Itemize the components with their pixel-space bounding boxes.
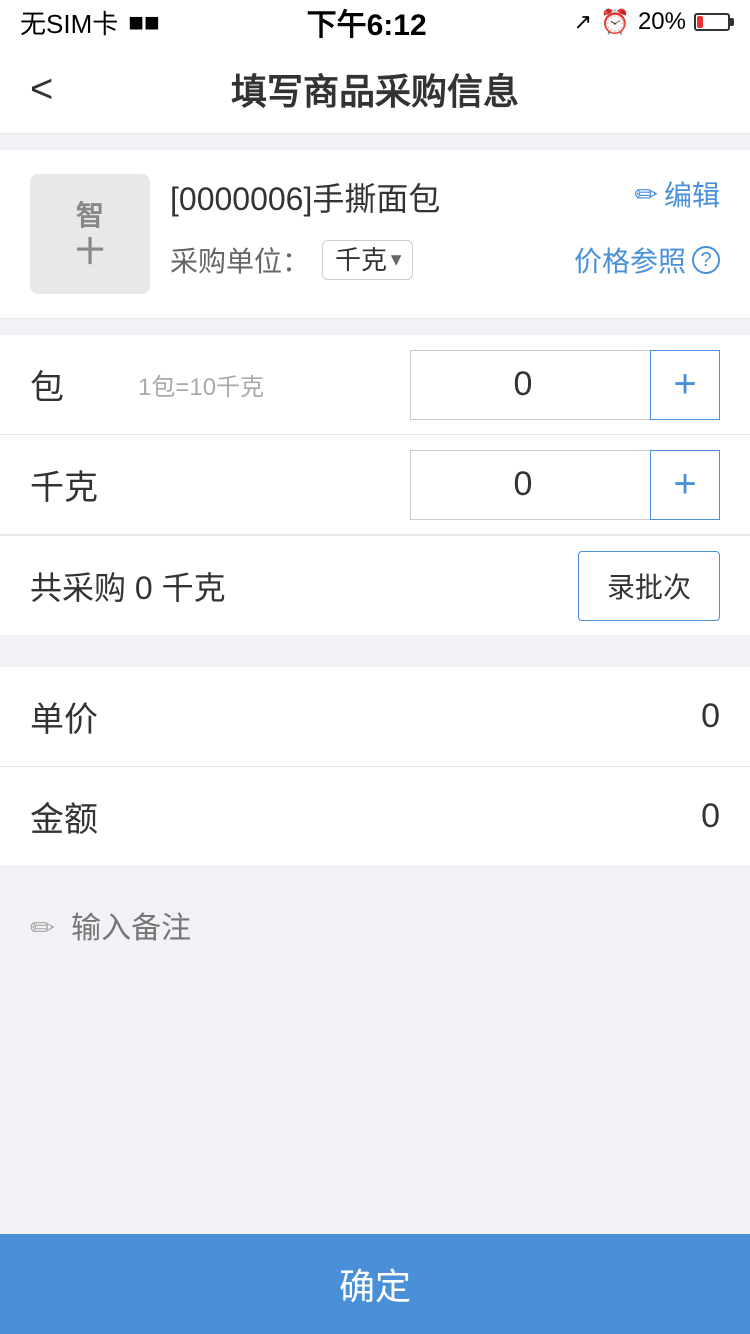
unit-price-row: 单价 0 bbox=[0, 667, 750, 767]
bag-sublabel: 1包=10千克 bbox=[138, 367, 264, 402]
section-divider-2 bbox=[0, 635, 750, 651]
status-right: ↗ ⏰ 20% bbox=[574, 8, 730, 37]
kg-quantity-input[interactable] bbox=[410, 450, 650, 520]
product-logo: 智 十 bbox=[30, 174, 150, 294]
status-bar: 无SIM卡 ■■ 下午6:12 ↗ ⏰ 20% bbox=[0, 0, 750, 44]
kg-label: 千克 bbox=[30, 460, 130, 509]
carrier-label: 无SIM卡 bbox=[20, 4, 118, 41]
product-info: [0000006]手撕面包 ✏ 编辑 采购单位： 千克 价格参照 ? bbox=[170, 174, 720, 280]
bag-row: 包 1包=10千克 + bbox=[0, 335, 750, 435]
edit-button[interactable]: ✏ 编辑 bbox=[635, 174, 720, 214]
price-ref-label: 价格参照 bbox=[574, 240, 686, 280]
unit-price-value: 0 bbox=[701, 697, 720, 736]
bottom-area bbox=[0, 974, 750, 1274]
location-icon: ↗ bbox=[574, 9, 592, 35]
batch-button[interactable]: 录批次 bbox=[578, 551, 720, 621]
battery-icon bbox=[694, 13, 730, 31]
input-section: 包 1包=10千克 + 千克 + bbox=[0, 335, 750, 535]
pencil-icon: ✏ bbox=[30, 911, 55, 946]
wifi-icon: ■■ bbox=[128, 7, 159, 38]
bag-input-group: + bbox=[410, 350, 720, 420]
bag-label: 包 bbox=[30, 360, 130, 409]
product-card: 智 十 [0000006]手撕面包 ✏ 编辑 采购单位： 千克 价格参照 ? bbox=[0, 150, 750, 319]
bag-quantity-input[interactable] bbox=[410, 350, 650, 420]
back-button[interactable]: < bbox=[30, 69, 53, 109]
alarm-icon: ⏰ bbox=[600, 8, 630, 37]
status-left: 无SIM卡 ■■ bbox=[20, 4, 160, 41]
note-input[interactable] bbox=[71, 912, 720, 946]
kg-row: 千克 + bbox=[0, 435, 750, 535]
product-top: [0000006]手撕面包 ✏ 编辑 bbox=[170, 174, 720, 220]
bag-plus-button[interactable]: + bbox=[650, 350, 720, 420]
kg-plus-button[interactable]: + bbox=[650, 450, 720, 520]
total-row: 共采购 0 千克 录批次 bbox=[0, 535, 750, 635]
logo-text: 智 十 bbox=[76, 198, 104, 271]
help-icon: ? bbox=[692, 246, 720, 274]
edit-icon: ✏ bbox=[635, 178, 658, 211]
unit-select[interactable]: 千克 bbox=[322, 240, 413, 280]
nav-bar: < 填写商品采购信息 bbox=[0, 44, 750, 134]
note-section[interactable]: ✏ bbox=[0, 883, 750, 974]
price-section: 单价 0 金额 0 bbox=[0, 667, 750, 867]
unit-select-wrapper[interactable]: 千克 bbox=[322, 240, 413, 280]
edit-label: 编辑 bbox=[664, 174, 720, 214]
price-ref-button[interactable]: 价格参照 ? bbox=[574, 240, 720, 280]
section-divider-1 bbox=[0, 319, 750, 335]
product-unit-row: 采购单位： 千克 价格参照 ? bbox=[170, 240, 720, 280]
total-label: 共采购 0 千克 bbox=[30, 563, 226, 609]
confirm-button[interactable]: 确定 bbox=[0, 1234, 750, 1334]
product-name: [0000006]手撕面包 bbox=[170, 174, 440, 220]
kg-input-group: + bbox=[410, 450, 720, 520]
unit-price-label: 单价 bbox=[30, 692, 98, 741]
battery-percent: 20% bbox=[638, 8, 686, 36]
status-time: 下午6:12 bbox=[307, 0, 427, 44]
page-title: 填写商品采购信息 bbox=[231, 63, 519, 115]
unit-label: 采购单位： bbox=[170, 240, 310, 280]
amount-value: 0 bbox=[701, 797, 720, 836]
amount-label: 金额 bbox=[30, 792, 98, 841]
amount-row: 金额 0 bbox=[0, 767, 750, 867]
